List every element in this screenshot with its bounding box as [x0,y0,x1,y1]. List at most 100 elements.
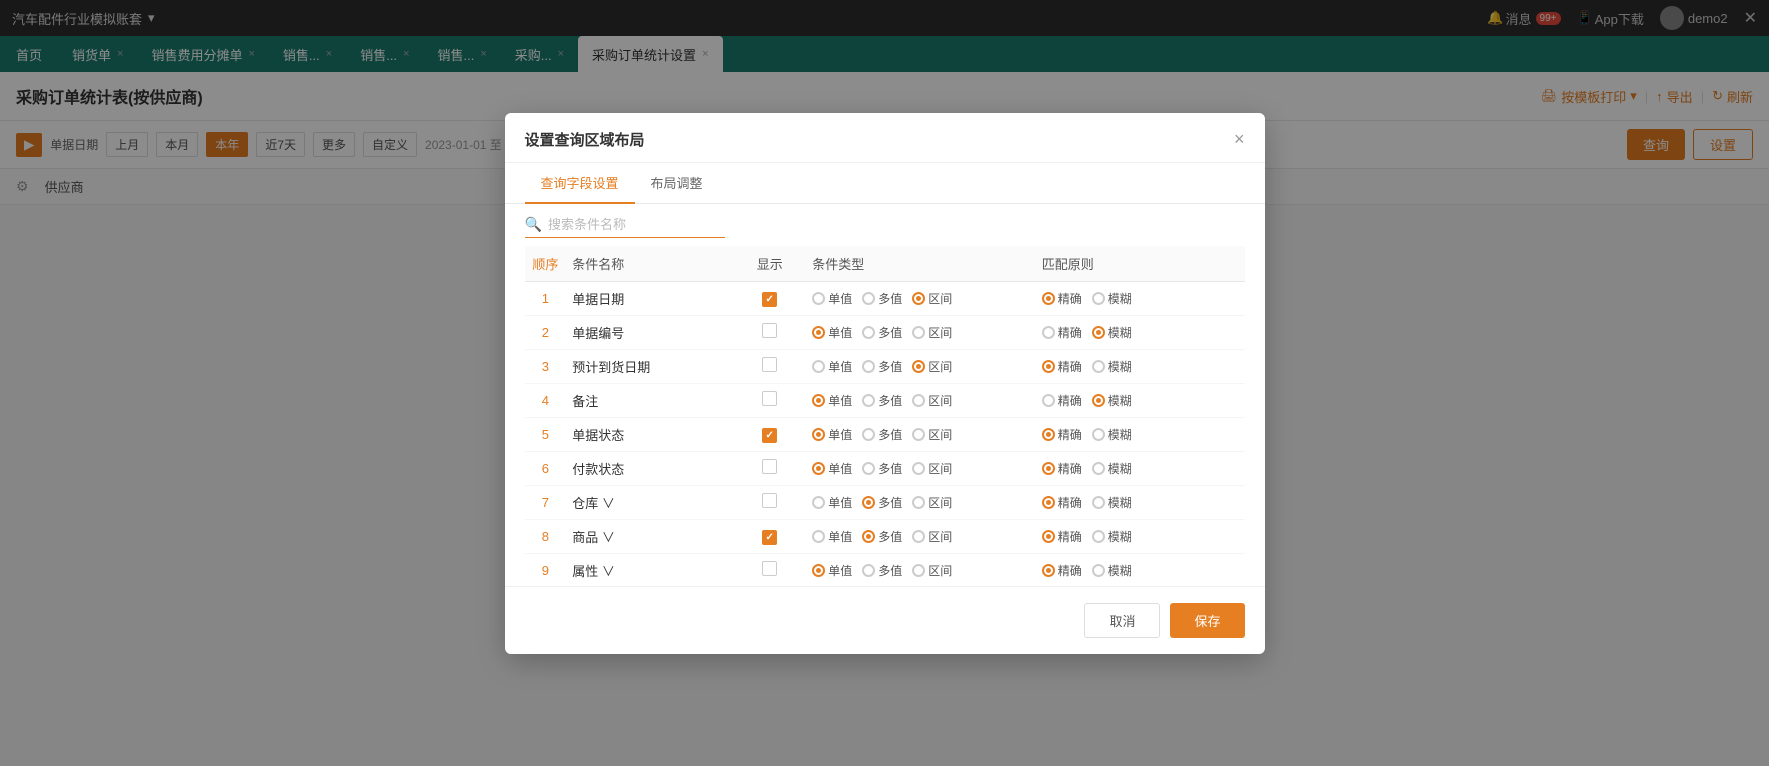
modal-tab-query-fields[interactable]: 查询字段设置 [525,163,635,204]
type-radio-3-1[interactable]: 多值 [862,358,902,375]
radio-dot-type-1-2 [912,292,925,305]
radio-dot-match-4-1 [1092,394,1105,407]
checkbox-9[interactable] [762,561,777,576]
match-radio-3-1[interactable]: 模糊 [1092,358,1132,375]
row-display-5[interactable] [733,417,806,451]
type-radio-4-1[interactable]: 多值 [862,392,902,409]
match-radio-1-0[interactable]: 精确 [1042,290,1082,307]
radio-dot-type-7-0 [812,496,825,509]
search-input[interactable] [548,217,708,232]
match-radio-4-0[interactable]: 精确 [1042,392,1082,409]
match-radio-4-1[interactable]: 模糊 [1092,392,1132,409]
checkbox-5[interactable] [762,428,777,443]
match-radio-3-0[interactable]: 精确 [1042,358,1082,375]
checkbox-1[interactable] [762,292,777,307]
match-radio-6-0[interactable]: 精确 [1042,460,1082,477]
type-radio-6-1[interactable]: 多值 [862,460,902,477]
checkbox-3[interactable] [762,357,777,372]
row-display-3[interactable] [733,349,806,383]
type-radio-2-1[interactable]: 多值 [862,324,902,341]
match-radio-1-1[interactable]: 模糊 [1092,290,1132,307]
type-radio-2-0[interactable]: 单值 [812,324,852,341]
row-match-2: 精确模糊 [1036,315,1245,349]
table-row: 8商品 ∨单值多值区间精确模糊 [525,519,1245,553]
type-radio-9-2[interactable]: 区间 [912,562,952,579]
checkbox-7[interactable] [762,493,777,508]
type-radio-9-1[interactable]: 多值 [862,562,902,579]
type-radio-9-0[interactable]: 单值 [812,562,852,579]
row-display-1[interactable] [733,281,806,315]
radio-label-match-7-0: 精确 [1058,494,1082,511]
row-name-9: 属性 ∨ [566,553,733,586]
row-display-2[interactable] [733,315,806,349]
row-display-4[interactable] [733,383,806,417]
table-row: 7仓库 ∨单值多值区间精确模糊 [525,485,1245,519]
match-radio-5-0[interactable]: 精确 [1042,426,1082,443]
row-index-9: 9 [525,553,567,586]
row-match-7: 精确 模糊 [1036,485,1245,519]
match-radio-2-0[interactable]: 精确 [1042,324,1082,341]
type-radio-2-2[interactable]: 区间 [912,324,952,341]
radio-dot-type-2-1 [862,326,875,339]
radio-dot-match-5-1 [1092,428,1105,441]
row-display-7[interactable] [733,485,806,519]
radio-label-type-7-2: 区间 [928,494,952,511]
match-radio-8-0[interactable]: 精确 [1042,528,1082,545]
radio-label-type-3-1: 多值 [878,358,902,375]
modal-tab-query-fields-label: 查询字段设置 [541,176,619,191]
type-radio-1-1[interactable]: 多值 [862,290,902,307]
th-display: 显示 [733,246,806,282]
radio-label-type-7-1: 多值 [878,494,902,511]
match-radio-9-0[interactable]: 精确 [1042,562,1082,579]
type-radio-6-2[interactable]: 区间 [912,460,952,477]
type-radio-4-2[interactable]: 区间 [912,392,952,409]
radio-label-match-7-1: 模糊 [1108,494,1132,511]
row-display-6[interactable] [733,451,806,485]
radio-label-match-2-0: 精确 [1058,324,1082,341]
type-radio-8-0[interactable]: 单值 [812,528,852,545]
checkbox-8[interactable] [762,530,777,545]
modal-close-button[interactable]: × [1234,129,1245,150]
type-radio-7-2[interactable]: 区间 [912,494,952,511]
radio-label-type-9-1: 多值 [878,562,902,579]
type-radio-3-2[interactable]: 区间 [912,358,952,375]
type-radio-5-2[interactable]: 区间 [912,426,952,443]
cancel-button[interactable]: 取消 [1084,603,1160,638]
type-radio-8-2[interactable]: 区间 [912,528,952,545]
type-radio-5-1[interactable]: 多值 [862,426,902,443]
match-radio-7-0[interactable]: 精确 [1042,494,1082,511]
checkbox-4[interactable] [762,391,777,406]
type-radio-6-0[interactable]: 单值 [812,460,852,477]
radio-label-match-5-0: 精确 [1058,426,1082,443]
save-button[interactable]: 保存 [1170,603,1244,638]
match-radio-9-1[interactable]: 模糊 [1092,562,1132,579]
row-name-3: 预计到货日期 [566,349,733,383]
type-radio-7-0[interactable]: 单值 [812,494,852,511]
row-index-6: 6 [525,451,567,485]
radio-dot-type-3-2 [912,360,925,373]
modal-tab-layout-adjust[interactable]: 布局调整 [635,163,719,204]
type-radio-3-0[interactable]: 单值 [812,358,852,375]
match-radio-2-1[interactable]: 模糊 [1092,324,1132,341]
radio-label-type-5-1: 多值 [878,426,902,443]
match-radio-6-1[interactable]: 模糊 [1092,460,1132,477]
type-radio-4-0[interactable]: 单值 [812,392,852,409]
type-radio-7-1[interactable]: 多值 [862,494,902,511]
type-radio-5-0[interactable]: 单值 [812,426,852,443]
row-display-8[interactable] [733,519,806,553]
radio-label-match-3-0: 精确 [1058,358,1082,375]
type-radio-1-2[interactable]: 区间 [912,290,952,307]
checkbox-6[interactable] [762,459,777,474]
match-radio-7-1[interactable]: 模糊 [1092,494,1132,511]
row-display-9[interactable] [733,553,806,586]
radio-dot-match-7-0 [1042,496,1055,509]
type-radio-8-1[interactable]: 多值 [862,528,902,545]
radio-label-match-5-1: 模糊 [1108,426,1132,443]
checkbox-2[interactable] [762,323,777,338]
row-index-2: 2 [525,315,567,349]
match-radio-8-1[interactable]: 模糊 [1092,528,1132,545]
match-radio-5-1[interactable]: 模糊 [1092,426,1132,443]
radio-dot-match-3-1 [1092,360,1105,373]
type-radio-1-0[interactable]: 单值 [812,290,852,307]
row-index-5: 5 [525,417,567,451]
